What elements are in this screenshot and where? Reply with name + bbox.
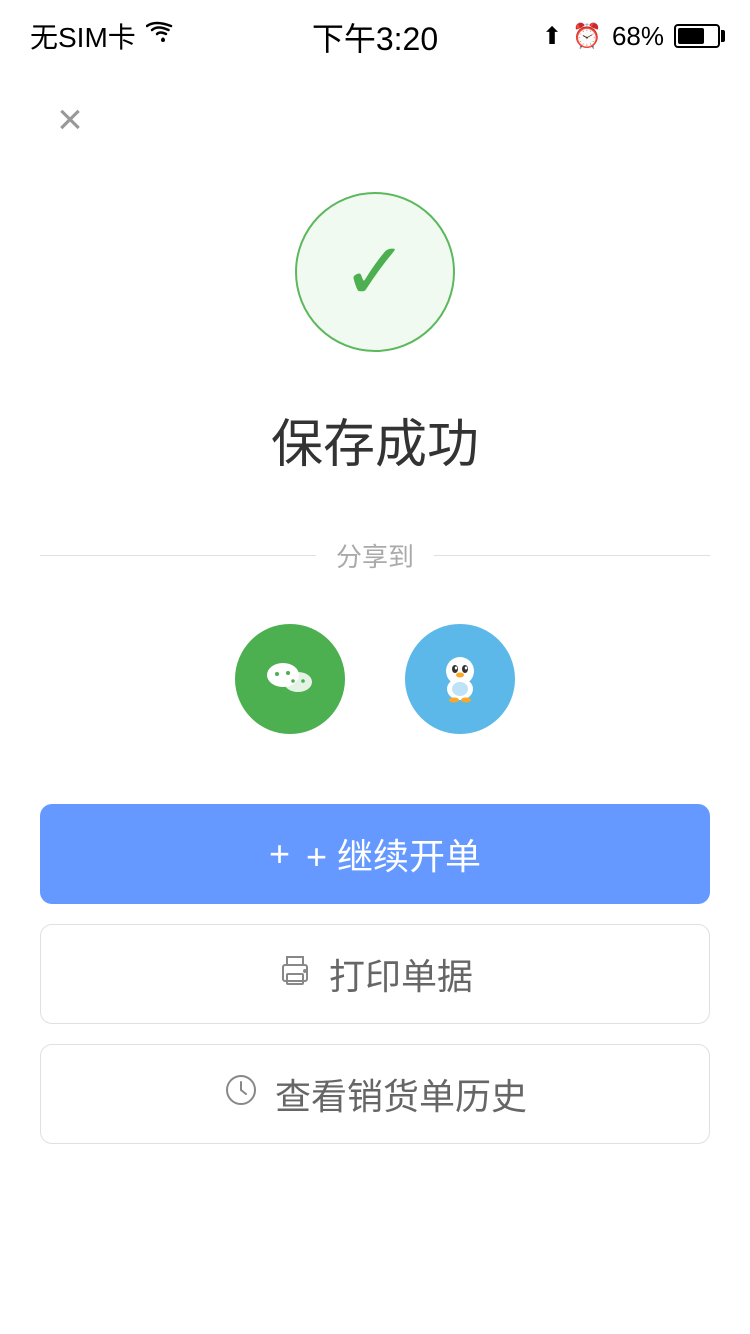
history-icon	[223, 1072, 259, 1117]
action-buttons: + + 继续开单 打印单据 查看销货单历	[40, 804, 710, 1144]
status-bar: 无SIM卡 下午3:20 ⬆ ⏰ 68%	[0, 0, 750, 72]
status-time: 下午3:20	[312, 14, 438, 60]
battery-indicator	[674, 24, 720, 48]
wechat-icon	[260, 649, 320, 709]
continue-icon: +	[269, 833, 290, 875]
close-button[interactable]: ×	[40, 90, 100, 150]
continue-button[interactable]: + + 继续开单	[40, 804, 710, 904]
status-left: 无SIM卡	[30, 16, 180, 56]
continue-label: + 继续开单	[306, 828, 481, 880]
carrier-label: 无SIM卡	[30, 16, 136, 56]
wifi-icon	[146, 20, 180, 52]
qq-share-button[interactable]	[405, 624, 515, 734]
print-label: 打印单据	[329, 948, 473, 1000]
qq-icon	[430, 649, 490, 709]
share-icons	[235, 624, 515, 734]
status-right: ⬆ ⏰ 68%	[542, 21, 720, 52]
printer-icon	[277, 952, 313, 997]
wechat-share-button[interactable]	[235, 624, 345, 734]
success-circle: ✓	[295, 192, 455, 352]
close-icon: ×	[57, 98, 83, 142]
divider-left	[40, 555, 316, 556]
checkmark-icon: ✓	[341, 232, 408, 312]
main-content: ✓ 保存成功 分享到	[0, 72, 750, 1334]
share-divider: 分享到	[40, 537, 710, 574]
alarm-icon: ⏰	[572, 22, 602, 51]
battery-percent: 68%	[612, 21, 664, 52]
divider-right	[434, 555, 710, 556]
print-button[interactable]: 打印单据	[40, 924, 710, 1024]
history-label: 查看销货单历史	[275, 1068, 527, 1120]
share-label: 分享到	[336, 537, 414, 574]
success-title: 保存成功	[271, 402, 479, 477]
location-icon: ⬆	[542, 22, 562, 51]
history-button[interactable]: 查看销货单历史	[40, 1044, 710, 1144]
